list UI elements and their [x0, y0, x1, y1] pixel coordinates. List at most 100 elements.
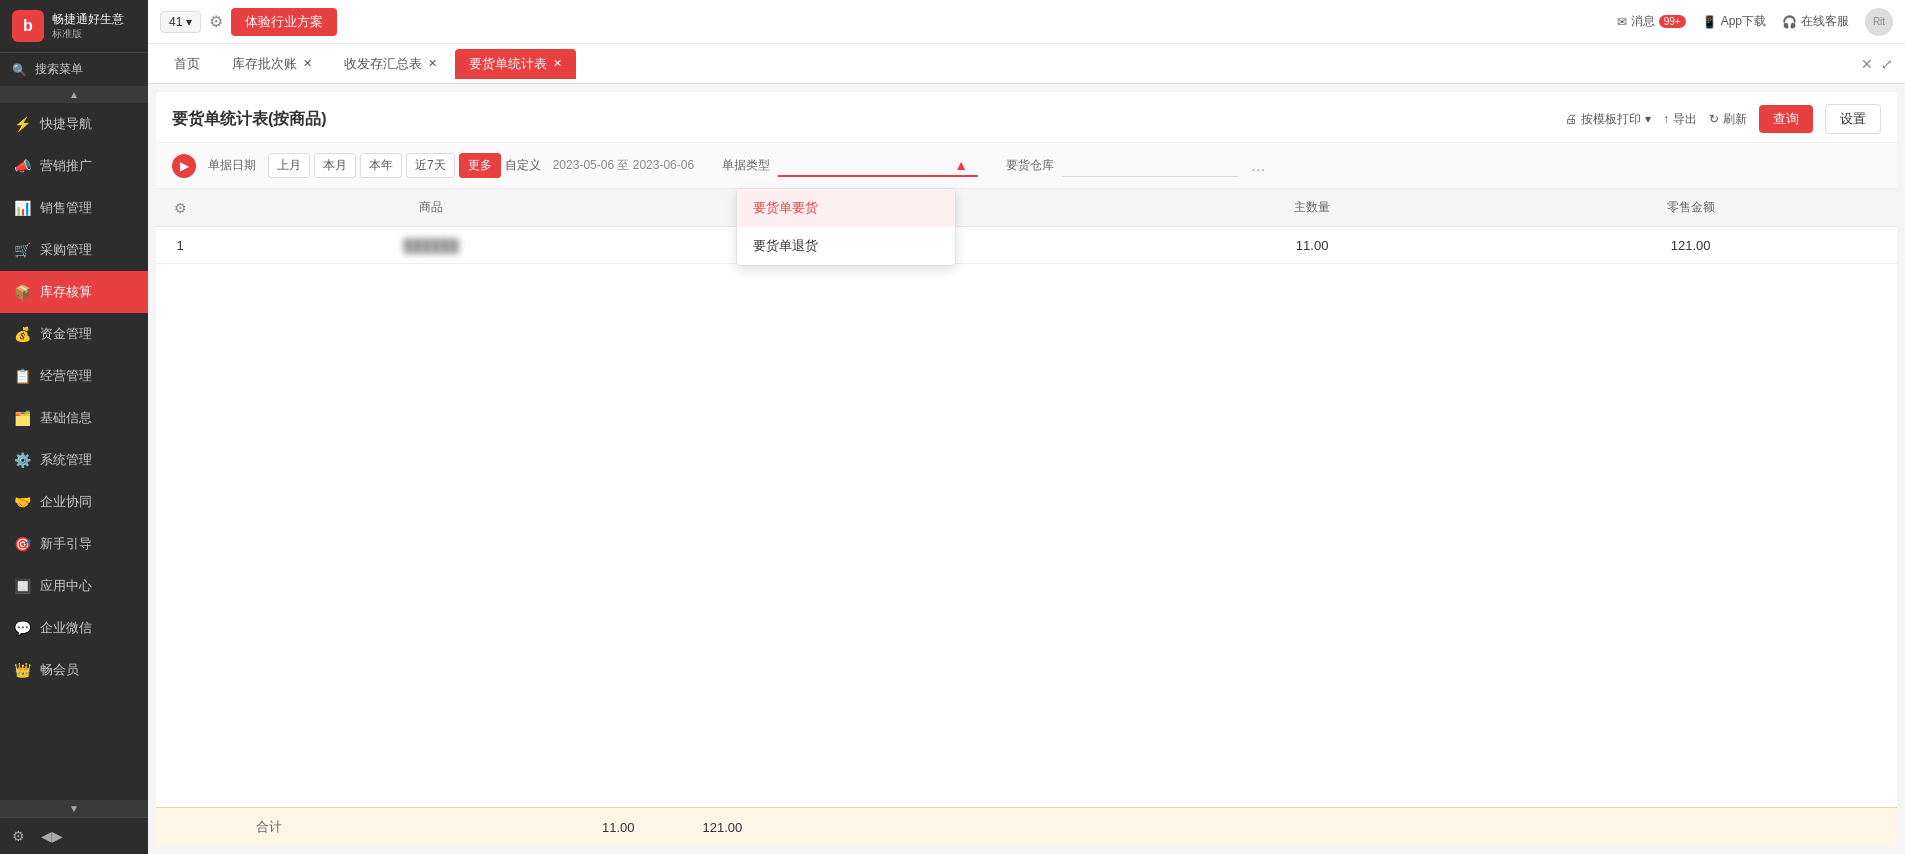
- headset-icon: 🎧: [1782, 15, 1797, 29]
- sidebar-item-finance[interactable]: 💰 资金管理: [0, 313, 148, 355]
- tab-close-request[interactable]: ✕: [553, 57, 562, 70]
- filter-row: ▶ 单据日期 上月 本月 本年 近7天 更多 自定义 2023-05-06 至 …: [156, 142, 1897, 189]
- marketing-icon: 📣: [12, 156, 32, 176]
- sidebar-scroll-down[interactable]: ▼: [0, 800, 148, 817]
- app-download-btn[interactable]: 📱 App下载: [1702, 13, 1766, 30]
- sidebar-item-wechat[interactable]: 💬 企业微信: [0, 607, 148, 649]
- system-icon: ⚙️: [12, 450, 32, 470]
- filter-type-input[interactable]: [778, 154, 954, 175]
- settings-footer-btn[interactable]: ⚙: [12, 828, 25, 844]
- finance-icon: 💰: [12, 324, 32, 344]
- page-header: 要货单统计表(按商品) 🖨 按模板打印 ▾ ↑ 导出 ↻ 刷新 查询 设置: [156, 92, 1897, 142]
- page-title: 要货单统计表(按商品): [172, 109, 327, 130]
- sidebar-item-enterprise[interactable]: 🤝 企业协同: [0, 481, 148, 523]
- online-service-btn[interactable]: 🎧 在线客服: [1782, 13, 1849, 30]
- table-header-row: ⚙ 商品 主计量单位 主数量 零售金额: [156, 189, 1897, 227]
- date-custom-btn[interactable]: 自定义: [505, 157, 541, 174]
- col-amount: 零售金额: [1484, 189, 1897, 227]
- date-btn-this-month[interactable]: 本月: [314, 153, 356, 178]
- app-logo: b 畅捷通好生意 标准版: [0, 0, 148, 53]
- promo-button[interactable]: 体验行业方案: [231, 8, 337, 36]
- sidebar-item-member[interactable]: 👑 畅会员: [0, 649, 148, 691]
- inventory-icon: 📦: [12, 282, 32, 302]
- tab-request-stat[interactable]: 要货单统计表 ✕: [455, 49, 576, 79]
- store-selector[interactable]: 41 ▾: [160, 11, 201, 33]
- sidebar-nav: ⚡ 快捷导航 📣 营销推广 📊 销售管理 🛒 采购管理 📦 库存核算 💰 资金管…: [0, 103, 148, 800]
- content-area: 要货单统计表(按商品) 🖨 按模板打印 ▾ ↑ 导出 ↻ 刷新 查询 设置: [156, 92, 1897, 846]
- table-settings-icon[interactable]: ⚙: [174, 200, 187, 216]
- print-template-btn[interactable]: 🖨 按模板打印 ▾: [1565, 111, 1651, 128]
- table-footer: 合计 11.00 121.00: [156, 807, 1897, 846]
- date-btn-this-year[interactable]: 本年: [360, 153, 402, 178]
- date-btn-last-month[interactable]: 上月: [268, 153, 310, 178]
- tab-close-batch[interactable]: ✕: [303, 57, 312, 70]
- member-icon: 👑: [12, 660, 32, 680]
- search-icon: 🔍: [12, 63, 27, 77]
- date-btn-7days[interactable]: 近7天: [406, 153, 455, 178]
- col-qty: 主数量: [1140, 189, 1484, 227]
- topbar-settings-icon[interactable]: ⚙: [209, 12, 223, 31]
- filter-more-icon[interactable]: …: [1250, 157, 1266, 175]
- messages-btn[interactable]: ✉ 消息 99+: [1617, 13, 1686, 30]
- type-chevron-up-icon[interactable]: ▲: [954, 157, 968, 173]
- settings-button[interactable]: 设置: [1825, 104, 1881, 134]
- print-icon: 🖨: [1565, 112, 1577, 126]
- topbar-left: 41 ▾ ⚙ 体验行业方案: [160, 8, 337, 36]
- cell-qty: 11.00: [1140, 227, 1484, 264]
- filter-expand-btn[interactable]: ▶: [172, 154, 196, 178]
- topbar-right: ✉ 消息 99+ 📱 App下载 🎧 在线客服 Rit: [1617, 8, 1893, 36]
- sidebar-item-system[interactable]: ⚙️ 系统管理: [0, 439, 148, 481]
- close-tab-icon[interactable]: ✕: [1861, 56, 1873, 72]
- filter-type-input-wrap: ▲: [778, 154, 978, 177]
- sidebar-item-appstore[interactable]: 🔲 应用中心: [0, 565, 148, 607]
- sidebar-item-purchase[interactable]: 🛒 采购管理: [0, 229, 148, 271]
- export-btn[interactable]: ↑ 导出: [1663, 111, 1697, 128]
- data-table: ⚙ 商品 主计量单位 主数量 零售金额 1 ██████ 块 11.00 12: [156, 189, 1897, 264]
- sidebar-item-sales[interactable]: 📊 销售管理: [0, 187, 148, 229]
- sidebar-item-inventory[interactable]: 📦 库存核算: [0, 271, 148, 313]
- download-icon: 📱: [1702, 15, 1717, 29]
- purchase-icon: 🛒: [12, 240, 32, 260]
- sidebar-item-quick-nav[interactable]: ⚡ 快捷导航: [0, 103, 148, 145]
- sidebar-scroll-up[interactable]: ▲: [0, 86, 148, 103]
- tab-home[interactable]: 首页: [160, 49, 214, 79]
- filter-warehouse-input[interactable]: [1062, 155, 1238, 177]
- date-btn-more[interactable]: 更多: [459, 153, 501, 178]
- newbie-icon: 🎯: [12, 534, 32, 554]
- dropdown-item-purchase-order[interactable]: 要货单要货: [737, 189, 955, 227]
- user-avatar[interactable]: Rit: [1865, 8, 1893, 36]
- refresh-btn[interactable]: ↻ 刷新: [1709, 111, 1747, 128]
- sidebar-search[interactable]: 🔍 搜索菜单: [0, 53, 148, 86]
- dropdown-item-purchase-return[interactable]: 要货单退货: [737, 227, 955, 265]
- expand-tab-icon[interactable]: ⤢: [1881, 56, 1893, 72]
- total-label: 合计: [256, 818, 282, 836]
- total-amount: 121.00: [703, 820, 743, 835]
- table-row: 1 ██████ 块 11.00 121.00: [156, 227, 1897, 264]
- sidebar-item-operations[interactable]: 📋 经营管理: [0, 355, 148, 397]
- sales-icon: 📊: [12, 198, 32, 218]
- collapse-btn[interactable]: ◀▶: [41, 828, 63, 844]
- table-wrap: ⚙ 商品 主计量单位 主数量 零售金额 1 ██████ 块 11.00 12: [156, 189, 1897, 807]
- app-logo-text: 畅捷通好生意 标准版: [52, 12, 124, 41]
- type-dropdown: 要货单要货 要货单退货: [736, 188, 956, 266]
- sidebar-item-marketing[interactable]: 📣 营销推广: [0, 145, 148, 187]
- tab-collect-summary[interactable]: 收发存汇总表 ✕: [330, 49, 451, 79]
- tab-batch-account[interactable]: 库存批次账 ✕: [218, 49, 326, 79]
- appstore-icon: 🔲: [12, 576, 32, 596]
- sidebar-item-newbie[interactable]: 🎯 新手引导: [0, 523, 148, 565]
- filter-date-btns: 上月 本月 本年 近7天 更多 自定义: [268, 153, 541, 178]
- col-settings: ⚙: [156, 189, 204, 227]
- quick-nav-icon: ⚡: [12, 114, 32, 134]
- cell-no: 1: [156, 227, 204, 264]
- sidebar-footer: ⚙ ◀▶: [0, 817, 148, 854]
- sidebar: b 畅捷通好生意 标准版 🔍 搜索菜单 ▲ ⚡ 快捷导航 📣 营销推广 📊 销售…: [0, 0, 148, 854]
- enterprise-icon: 🤝: [12, 492, 32, 512]
- col-product: 商品: [204, 189, 658, 227]
- tabs-bar: 首页 库存批次账 ✕ 收发存汇总表 ✕ 要货单统计表 ✕ ✕ ⤢: [148, 44, 1905, 84]
- tab-close-collect[interactable]: ✕: [428, 57, 437, 70]
- chevron-down-icon: ▾: [186, 15, 192, 29]
- sidebar-item-basic[interactable]: 🗂️ 基础信息: [0, 397, 148, 439]
- query-button[interactable]: 查询: [1759, 105, 1813, 133]
- wechat-icon: 💬: [12, 618, 32, 638]
- total-qty: 11.00: [602, 820, 635, 835]
